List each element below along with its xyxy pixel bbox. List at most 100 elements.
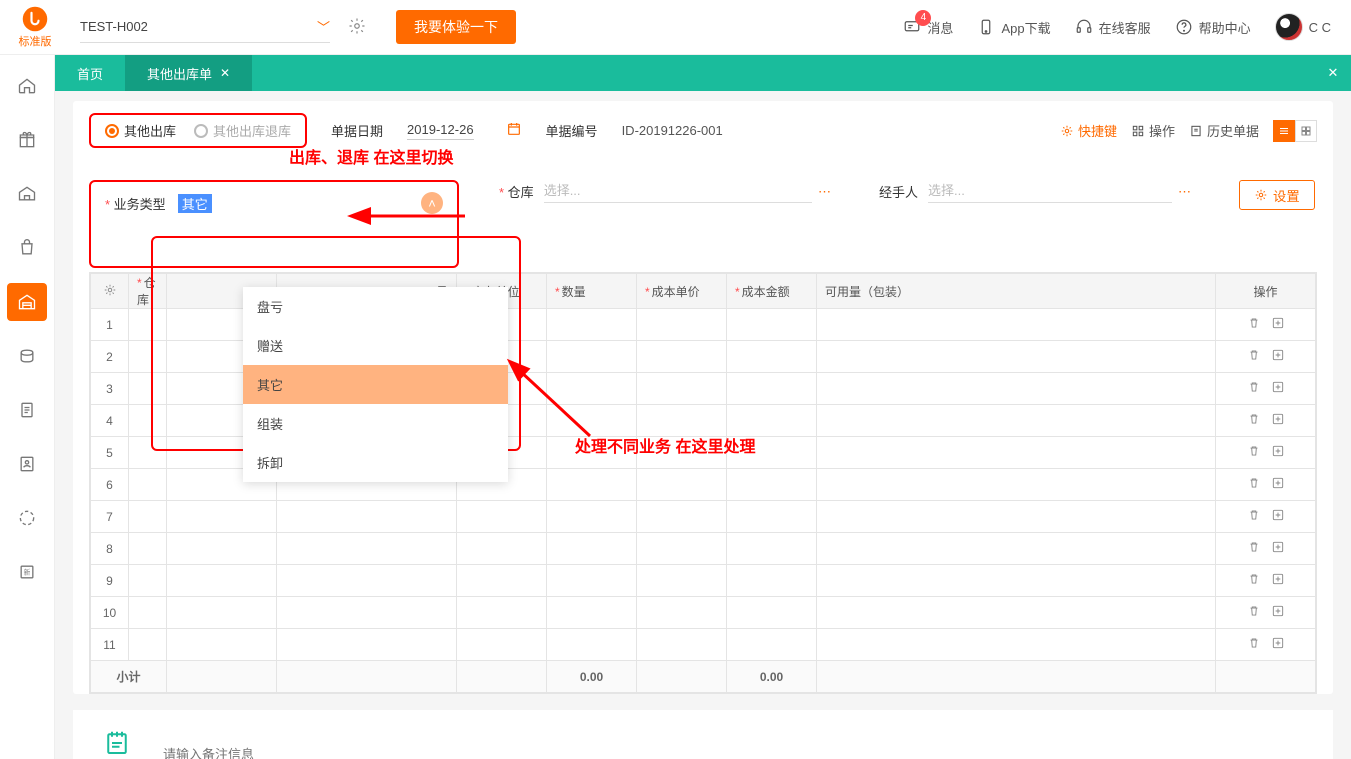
delete-icon[interactable]: [1247, 380, 1261, 397]
tabs-close-all[interactable]: ✕: [1315, 55, 1351, 91]
row-index: 5: [91, 437, 129, 469]
biz-type-dropdown: 盘亏赠送其它组装拆卸: [243, 287, 508, 482]
more-icon[interactable]: ⋯: [1172, 184, 1199, 200]
row-ops: [1216, 533, 1316, 565]
delete-icon[interactable]: [1247, 572, 1261, 589]
chevron-up-icon[interactable]: ˄: [421, 192, 443, 214]
handler-select[interactable]: 选择...: [928, 180, 1172, 203]
view-card[interactable]: [1295, 120, 1317, 142]
delete-icon[interactable]: [1247, 604, 1261, 621]
delete-icon[interactable]: [1247, 636, 1261, 653]
rail-sync[interactable]: [7, 499, 47, 537]
warehouse-field[interactable]: 仓库 选择... ⋯: [499, 180, 839, 203]
annot-box-biz: 业务类型 其它 ˄: [89, 180, 459, 268]
more-icon[interactable]: ⋯: [812, 184, 839, 200]
header-msg[interactable]: 4 消息: [903, 18, 953, 37]
th-gear[interactable]: [91, 274, 129, 309]
rail-money[interactable]: [7, 337, 47, 375]
rail-home[interactable]: [7, 67, 47, 105]
add-icon[interactable]: [1271, 476, 1285, 493]
view-list[interactable]: [1273, 120, 1295, 142]
table-row[interactable]: 7: [91, 501, 1316, 533]
rail-purchase[interactable]: [7, 175, 47, 213]
tabs-bar: 首页 其他出库单 ✕ ✕: [55, 55, 1351, 91]
row-ops: [1216, 437, 1316, 469]
add-icon[interactable]: [1271, 636, 1285, 653]
cta-button[interactable]: 我要体验一下: [396, 10, 516, 44]
delete-icon[interactable]: [1247, 540, 1261, 557]
calendar-icon[interactable]: [506, 121, 522, 140]
add-icon[interactable]: [1271, 572, 1285, 589]
tool-hist[interactable]: 历史单据: [1189, 121, 1259, 140]
table-row[interactable]: 8: [91, 533, 1316, 565]
dropdown-item[interactable]: 盘亏: [243, 287, 508, 326]
tool-shortcut[interactable]: 快捷键: [1060, 121, 1117, 140]
delete-icon[interactable]: [1247, 476, 1261, 493]
th-avail: 可用量（包装）: [817, 274, 1216, 309]
th-ops: 操作: [1216, 274, 1316, 309]
rail-new[interactable]: 新: [7, 553, 47, 591]
dropdown-item[interactable]: 其它: [243, 365, 508, 404]
settings-button[interactable]: 设置: [1239, 180, 1315, 210]
dropdown-item[interactable]: 拆卸: [243, 443, 508, 482]
delete-icon[interactable]: [1247, 508, 1261, 525]
dropdown-item[interactable]: 组装: [243, 404, 508, 443]
table-row[interactable]: 10: [91, 597, 1316, 629]
row-ops: [1216, 501, 1316, 533]
store-select[interactable]: TEST-H002 ﹀: [80, 11, 330, 43]
docno-value: ID-20191226-001: [622, 123, 723, 138]
tab-current[interactable]: 其他出库单 ✕: [125, 55, 252, 91]
delete-icon[interactable]: [1247, 316, 1261, 333]
row-index: 10: [91, 597, 129, 629]
row-index: 8: [91, 533, 129, 565]
chevron-down-icon: ﹀: [317, 17, 330, 36]
notes-input[interactable]: [163, 747, 1313, 759]
add-icon[interactable]: [1271, 604, 1285, 621]
add-icon[interactable]: [1271, 412, 1285, 429]
form-row-2: 业务类型 其它 ˄ 仓库 选择... ⋯ 经手人 选择... ⋯ 设置: [89, 180, 1317, 268]
gear-icon[interactable]: [348, 17, 366, 38]
rail-gift[interactable]: [7, 121, 47, 159]
add-icon[interactable]: [1271, 316, 1285, 333]
table-row[interactable]: 9: [91, 565, 1316, 597]
help-icon: [1175, 18, 1193, 36]
gear-icon: [1254, 188, 1268, 202]
tab-home[interactable]: 首页: [55, 55, 125, 91]
row-ops: [1216, 469, 1316, 501]
delete-icon[interactable]: [1247, 444, 1261, 461]
rail-doc[interactable]: [7, 391, 47, 429]
tool-ops[interactable]: 操作: [1131, 121, 1175, 140]
docno-label: 单据编号: [546, 121, 598, 140]
dropdown-item[interactable]: 赠送: [243, 326, 508, 365]
header-user[interactable]: C C: [1275, 13, 1331, 41]
wh-label: 仓库: [499, 182, 534, 201]
row-ops: [1216, 629, 1316, 661]
add-icon[interactable]: [1271, 348, 1285, 365]
date-value[interactable]: 2019-12-26: [407, 122, 474, 140]
form-row-1: 其他出库 其他出库退库 单据日期 2019-12-26 单据编号 ID-2019…: [89, 113, 1317, 148]
notes-icon-wrap: 备注信息: [93, 728, 141, 759]
wh-select[interactable]: 选择...: [544, 180, 812, 203]
th-qty: 数量: [547, 274, 637, 309]
header-app[interactable]: App下载: [977, 18, 1050, 37]
delete-icon[interactable]: [1247, 412, 1261, 429]
add-icon[interactable]: [1271, 444, 1285, 461]
table-row[interactable]: 11: [91, 629, 1316, 661]
add-icon[interactable]: [1271, 540, 1285, 557]
add-icon[interactable]: [1271, 380, 1285, 397]
radio-return[interactable]: 其他出库退库: [194, 121, 291, 140]
add-icon[interactable]: [1271, 508, 1285, 525]
rail-warehouse[interactable]: [7, 283, 47, 321]
delete-icon[interactable]: [1247, 348, 1261, 365]
row-ops: [1216, 373, 1316, 405]
logo-icon: [21, 5, 49, 33]
handler-field[interactable]: 经手人 选择... ⋯: [879, 180, 1199, 203]
radio-out[interactable]: 其他出库: [105, 121, 176, 140]
row-index: 7: [91, 501, 129, 533]
header-help[interactable]: 帮助中心: [1175, 18, 1251, 37]
close-icon[interactable]: ✕: [220, 66, 230, 80]
header-service[interactable]: 在线客服: [1075, 18, 1151, 37]
rail-sales[interactable]: [7, 229, 47, 267]
rail-contacts[interactable]: [7, 445, 47, 483]
biz-type-field[interactable]: 业务类型 其它 ˄: [105, 192, 443, 214]
